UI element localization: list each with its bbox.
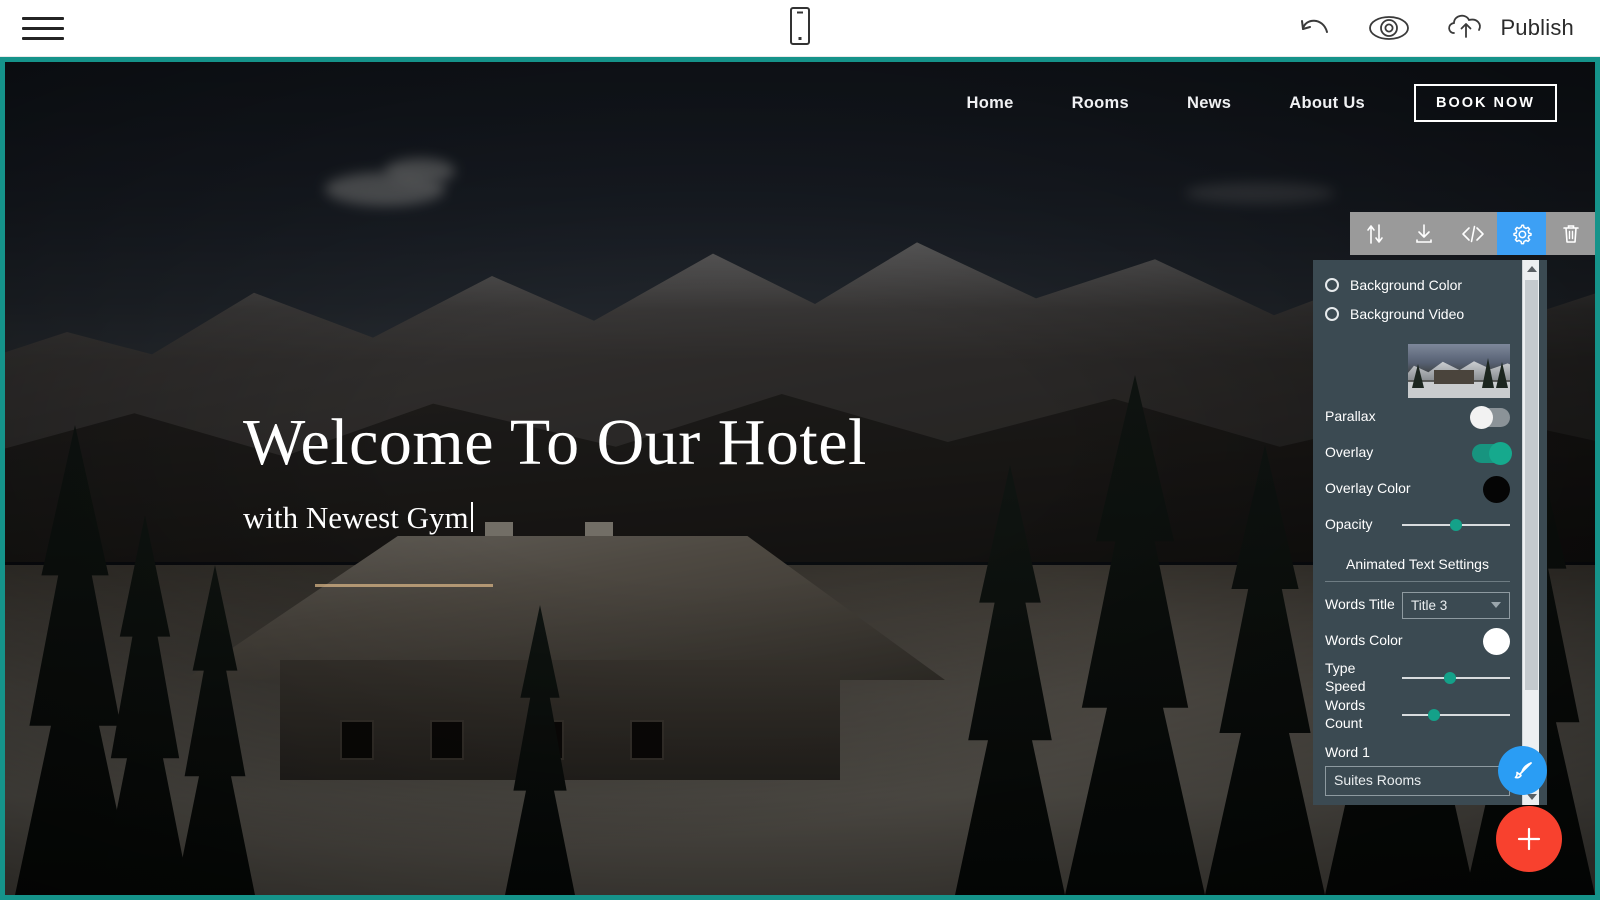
words-color-swatch[interactable]: [1483, 627, 1510, 655]
app-topbar: Publish: [0, 0, 1600, 57]
typing-caret: [470, 501, 473, 532]
nav-link-home[interactable]: Home: [938, 94, 1043, 113]
settings-panel-body: Background Color Background Video Parall…: [1313, 260, 1522, 805]
overlay-toggle[interactable]: [1472, 441, 1512, 465]
edit-code-button[interactable]: [1448, 212, 1497, 255]
style-paintbrush-icon[interactable]: [1498, 746, 1547, 795]
row-words-color: Words Color: [1325, 624, 1510, 658]
block-settings-panel: Background Color Background Video Parall…: [1313, 260, 1547, 805]
animated-word-underline: [315, 584, 493, 587]
type-speed-label-line2: Speed: [1325, 677, 1366, 694]
thumb-house: [1434, 370, 1474, 384]
row-words-title: Words Title Title 3: [1325, 588, 1510, 622]
undo-arrow-icon[interactable]: [1296, 13, 1334, 43]
hamburger-line: [22, 36, 64, 40]
publish-button[interactable]: Publish: [1444, 11, 1574, 46]
row-overlay-color: Overlay Color: [1325, 472, 1510, 506]
words-count-label: Words Count: [1325, 697, 1402, 732]
word1-input[interactable]: Suites Rooms: [1325, 766, 1510, 796]
hamburger-line: [22, 16, 64, 20]
words-title-select[interactable]: Title 3: [1402, 591, 1510, 619]
toggle-knob: [1489, 441, 1512, 465]
slider-track: [1402, 676, 1510, 679]
type-speed-label: Type Speed: [1325, 660, 1402, 695]
triangle-up-icon: [1526, 265, 1537, 272]
hero-copy: Welcome To Our Hotel with Newest Gym: [243, 406, 867, 587]
slider-track: [1402, 713, 1510, 716]
block-toolbar: [1350, 212, 1595, 255]
site-canvas: Home Rooms News About Us BOOK NOW Welcom…: [0, 57, 1600, 900]
delete-block-button[interactable]: [1546, 212, 1595, 255]
row-parallax: Parallax: [1325, 400, 1510, 434]
words-title-label: Words Title: [1325, 596, 1395, 613]
cloud-upload-icon: [1444, 11, 1488, 46]
background-image-thumbnail[interactable]: [1408, 344, 1510, 398]
triangle-down-icon: [1526, 793, 1537, 800]
eye-preview-icon[interactable]: [1368, 14, 1410, 42]
mobile-phone-icon[interactable]: [787, 6, 813, 50]
site-navigation: Home Rooms News About Us BOOK NOW: [938, 84, 1575, 122]
hamburger-line: [22, 26, 64, 30]
hamburger-menu-icon[interactable]: [22, 11, 64, 45]
row-words-count: Words Count: [1325, 697, 1510, 732]
hero-subtitle-row: with Newest Gym: [243, 498, 867, 536]
slider-thumb[interactable]: [1428, 708, 1440, 721]
toggle-knob: [1470, 405, 1493, 429]
move-block-button[interactable]: [1350, 212, 1399, 255]
add-block-plus-icon[interactable]: [1496, 806, 1562, 872]
hero-title: Welcome To Our Hotel: [243, 406, 867, 479]
slider-thumb[interactable]: [1444, 671, 1456, 684]
words-title-value: Title 3: [1411, 597, 1448, 613]
opacity-label: Opacity: [1325, 516, 1373, 533]
option-background-color[interactable]: Background Color: [1325, 270, 1510, 299]
overlay-color-label: Overlay Color: [1325, 480, 1411, 497]
row-opacity: Opacity: [1325, 508, 1510, 542]
publish-label: Publish: [1500, 15, 1574, 40]
block-settings-button[interactable]: [1497, 212, 1546, 255]
words-color-label: Words Color: [1325, 632, 1403, 649]
book-now-button[interactable]: BOOK NOW: [1414, 84, 1557, 122]
nav-link-news[interactable]: News: [1158, 94, 1260, 113]
option-label: Background Video: [1350, 305, 1465, 322]
animated-text-settings-heading: Animated Text Settings: [1325, 556, 1510, 582]
option-label: Background Color: [1350, 276, 1463, 293]
type-speed-slider[interactable]: [1402, 671, 1510, 685]
nav-link-about-us[interactable]: About Us: [1260, 94, 1394, 113]
save-block-button[interactable]: [1399, 212, 1448, 255]
scroll-up-arrow-icon[interactable]: [1523, 260, 1540, 277]
scrollbar-thumb[interactable]: [1525, 280, 1538, 690]
hero-subtitle: with Newest Gym: [243, 499, 469, 535]
panel-scrollbar[interactable]: [1522, 260, 1539, 805]
topbar-actions: Publish: [1296, 11, 1574, 46]
row-type-speed: Type Speed: [1325, 660, 1510, 695]
chevron-down-icon: [1491, 602, 1501, 608]
overlay-label: Overlay: [1325, 444, 1374, 461]
opacity-slider[interactable]: [1402, 518, 1510, 532]
word1-label: Word 1: [1325, 744, 1370, 760]
radio-icon: [1325, 306, 1339, 321]
slider-thumb[interactable]: [1450, 519, 1462, 531]
nav-link-rooms[interactable]: Rooms: [1043, 94, 1158, 113]
thumb-ground: [1408, 382, 1510, 398]
words-count-label-line1: Words: [1325, 697, 1366, 713]
radio-icon: [1325, 277, 1339, 292]
parallax-label: Parallax: [1325, 408, 1376, 425]
row-overlay: Overlay: [1325, 436, 1512, 470]
words-count-label-line2: Count: [1325, 714, 1363, 731]
type-speed-label-line1: Type: [1325, 660, 1356, 676]
parallax-toggle[interactable]: [1470, 405, 1510, 429]
option-background-video[interactable]: Background Video: [1325, 299, 1510, 328]
words-count-slider[interactable]: [1402, 708, 1510, 722]
overlay-color-swatch[interactable]: [1483, 475, 1510, 503]
